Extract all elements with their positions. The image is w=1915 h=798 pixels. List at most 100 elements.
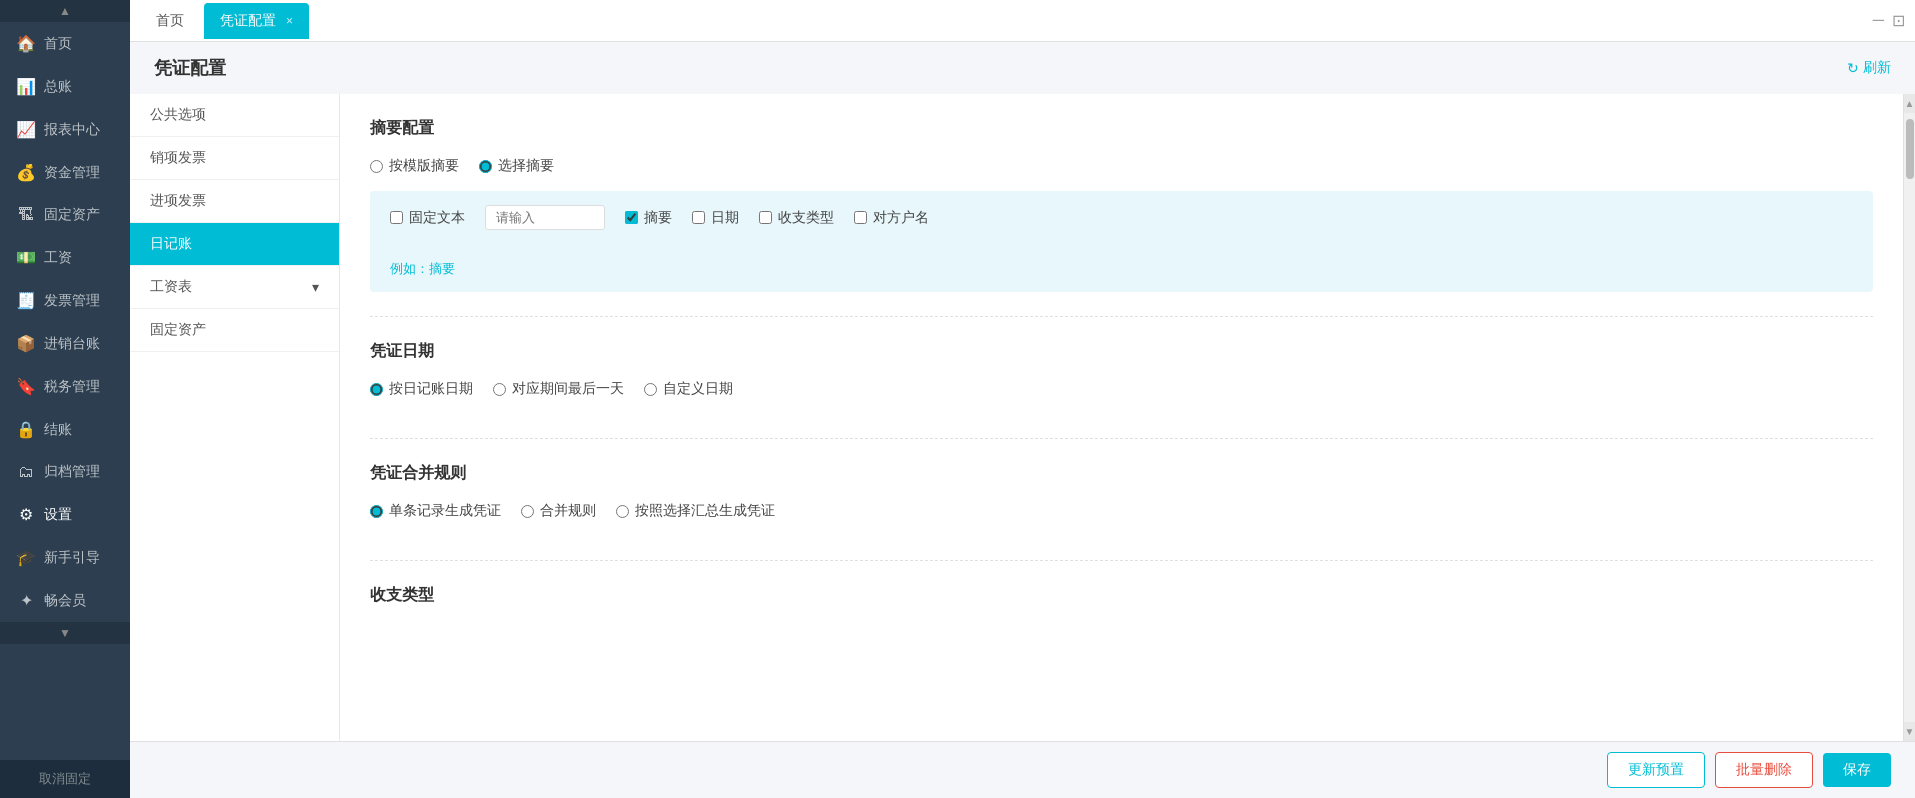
tab-voucher-config[interactable]: 凭证配置 × [204, 3, 309, 39]
sidebar-item-member[interactable]: ✦ 畅会员 [0, 579, 130, 622]
radio-merge-label: 合并规则 [540, 502, 596, 520]
checkbox-income-type-input[interactable] [759, 211, 772, 224]
sidebar-item-purchase[interactable]: 📦 进销台账 [0, 322, 130, 365]
tab-bar-right: ─ ⊡ [1873, 11, 1905, 30]
summary-options-panel: 固定文本 摘要 日期 收支类型 [370, 191, 1873, 292]
sidebar-item-settings[interactable]: ⚙ 设置 [0, 493, 130, 536]
sidebar-footer-label: 取消固定 [39, 771, 91, 786]
checkbox-counterpart-input[interactable] [854, 211, 867, 224]
sidebar-scroll-up[interactable]: ▲ [0, 0, 130, 22]
nav-payroll[interactable]: 工资表 ▾ [130, 266, 339, 309]
sidebar-label-purchase: 进销台账 [44, 335, 100, 353]
radio-template-input[interactable] [370, 160, 383, 173]
radio-single[interactable]: 单条记录生成凭证 [370, 502, 501, 520]
window-maximize-icon[interactable]: ⊡ [1892, 11, 1905, 30]
radio-merge[interactable]: 合并规则 [521, 502, 596, 520]
save-button[interactable]: 保存 [1823, 753, 1891, 787]
tab-close-icon[interactable]: × [286, 14, 293, 28]
checkbox-counterpart[interactable]: 对方户名 [854, 209, 929, 227]
sidebar-item-funds[interactable]: 💰 资金管理 [0, 151, 130, 194]
sidebar-item-reports[interactable]: 📈 报表中心 [0, 108, 130, 151]
nav-public-label: 公共选项 [150, 106, 206, 124]
fixed-text-input[interactable] [485, 205, 605, 230]
nav-fixed-assets-label: 固定资产 [150, 321, 206, 339]
sidebar-label-ledger: 总账 [44, 78, 72, 96]
scroll-up-arrow[interactable]: ▲ [1904, 94, 1915, 113]
radio-custom-date-input[interactable] [644, 383, 657, 396]
sidebar-item-invoice[interactable]: 🧾 发票管理 [0, 279, 130, 322]
sidebar-label-home: 首页 [44, 35, 72, 53]
ledger-icon: 📊 [16, 77, 36, 96]
sidebar-label-archive: 归档管理 [44, 463, 100, 481]
refresh-icon: ↻ [1847, 60, 1859, 76]
vertical-scrollbar[interactable]: ▲ ▼ [1903, 94, 1915, 741]
checkbox-date-input[interactable] [692, 211, 705, 224]
nav-sales[interactable]: 销项发票 [130, 137, 339, 180]
tab-home[interactable]: 首页 [140, 3, 200, 39]
radio-select-merge[interactable]: 按照选择汇总生成凭证 [616, 502, 775, 520]
tab-home-label: 首页 [156, 12, 184, 30]
sidebar-item-home[interactable]: 🏠 首页 [0, 22, 130, 65]
purchase-icon: 📦 [16, 334, 36, 353]
checkbox-summary[interactable]: 摘要 [625, 209, 672, 227]
guide-icon: 🎓 [16, 548, 36, 567]
nav-payroll-arrow: ▾ [312, 279, 319, 295]
voucher-date-title: 凭证日期 [370, 341, 1873, 362]
scroll-down-arrow[interactable]: ▼ [1904, 722, 1915, 741]
sidebar-label-payroll: 工资 [44, 249, 72, 267]
sidebar-label-funds: 资金管理 [44, 164, 100, 182]
checkbox-date[interactable]: 日期 [692, 209, 739, 227]
window-minimize-icon[interactable]: ─ [1873, 11, 1884, 30]
checkbox-fixed-text[interactable]: 固定文本 [390, 209, 465, 227]
left-nav: 公共选项 销项发票 进项发票 日记账 工资表 ▾ 固定资产 [130, 94, 340, 741]
radio-select-input[interactable] [479, 160, 492, 173]
sidebar-item-guide[interactable]: 🎓 新手引导 [0, 536, 130, 579]
sidebar-item-tax[interactable]: 🔖 税务管理 [0, 365, 130, 408]
page-title: 凭证配置 [154, 56, 226, 80]
sidebar-item-closing[interactable]: 🔒 结账 [0, 408, 130, 451]
radio-journal-date-label: 按日记账日期 [389, 380, 473, 398]
radio-custom-date[interactable]: 自定义日期 [644, 380, 733, 398]
sidebar-scroll-down[interactable]: ▼ [0, 622, 130, 644]
radio-select-merge-input[interactable] [616, 505, 629, 518]
tab-active-label: 凭证配置 [220, 12, 276, 30]
radio-journal-date[interactable]: 按日记账日期 [370, 380, 473, 398]
archive-icon: 🗂 [16, 463, 36, 481]
radio-select-summary[interactable]: 选择摘要 [479, 157, 554, 175]
radio-journal-date-input[interactable] [370, 383, 383, 396]
nav-public[interactable]: 公共选项 [130, 94, 339, 137]
summary-title: 摘要配置 [370, 118, 1873, 139]
sidebar-label-invoice: 发票管理 [44, 292, 100, 310]
checkbox-income-type[interactable]: 收支类型 [759, 209, 834, 227]
page-header: 凭证配置 ↻ 刷新 [130, 42, 1915, 94]
refresh-button[interactable]: ↻ 刷新 [1847, 59, 1891, 77]
radio-period-last-input[interactable] [493, 383, 506, 396]
payroll-icon: 💵 [16, 248, 36, 267]
radio-merge-input[interactable] [521, 505, 534, 518]
sidebar-item-assets[interactable]: 🏗 固定资产 [0, 194, 130, 236]
nav-fixed-assets[interactable]: 固定资产 [130, 309, 339, 352]
sidebar-footer[interactable]: 取消固定 [0, 760, 130, 798]
checkbox-fixed-text-input[interactable] [390, 211, 403, 224]
nav-sales-label: 销项发票 [150, 149, 206, 167]
section-summary: 摘要配置 按模版摘要 选择摘要 固定文本 [370, 94, 1873, 317]
nav-journal[interactable]: 日记账 [130, 223, 339, 266]
sidebar-item-ledger[interactable]: 📊 总账 [0, 65, 130, 108]
scroll-thumb[interactable] [1906, 119, 1914, 179]
sidebar-label-member: 畅会员 [44, 592, 86, 610]
radio-template-summary[interactable]: 按模版摘要 [370, 157, 459, 175]
nav-purchase[interactable]: 进项发票 [130, 180, 339, 223]
section-merge-rule: 凭证合并规则 单条记录生成凭证 合并规则 按照选择汇总生成凭证 [370, 439, 1873, 561]
checkbox-counterpart-label: 对方户名 [873, 209, 929, 227]
radio-period-last-label: 对应期间最后一天 [512, 380, 624, 398]
main-area: 首页 凭证配置 × ─ ⊡ 凭证配置 ↻ 刷新 公共选项 销项发票 进 [130, 0, 1915, 798]
checkbox-summary-input[interactable] [625, 211, 638, 224]
sidebar-item-payroll[interactable]: 💵 工资 [0, 236, 130, 279]
batch-delete-button[interactable]: 批量删除 [1715, 752, 1813, 788]
update-preview-button[interactable]: 更新预置 [1607, 752, 1705, 788]
sidebar-item-archive[interactable]: 🗂 归档管理 [0, 451, 130, 493]
voucher-date-radio-group: 按日记账日期 对应期间最后一天 自定义日期 [370, 380, 1873, 398]
nav-journal-label: 日记账 [150, 235, 192, 253]
radio-single-input[interactable] [370, 505, 383, 518]
radio-period-last[interactable]: 对应期间最后一天 [493, 380, 624, 398]
